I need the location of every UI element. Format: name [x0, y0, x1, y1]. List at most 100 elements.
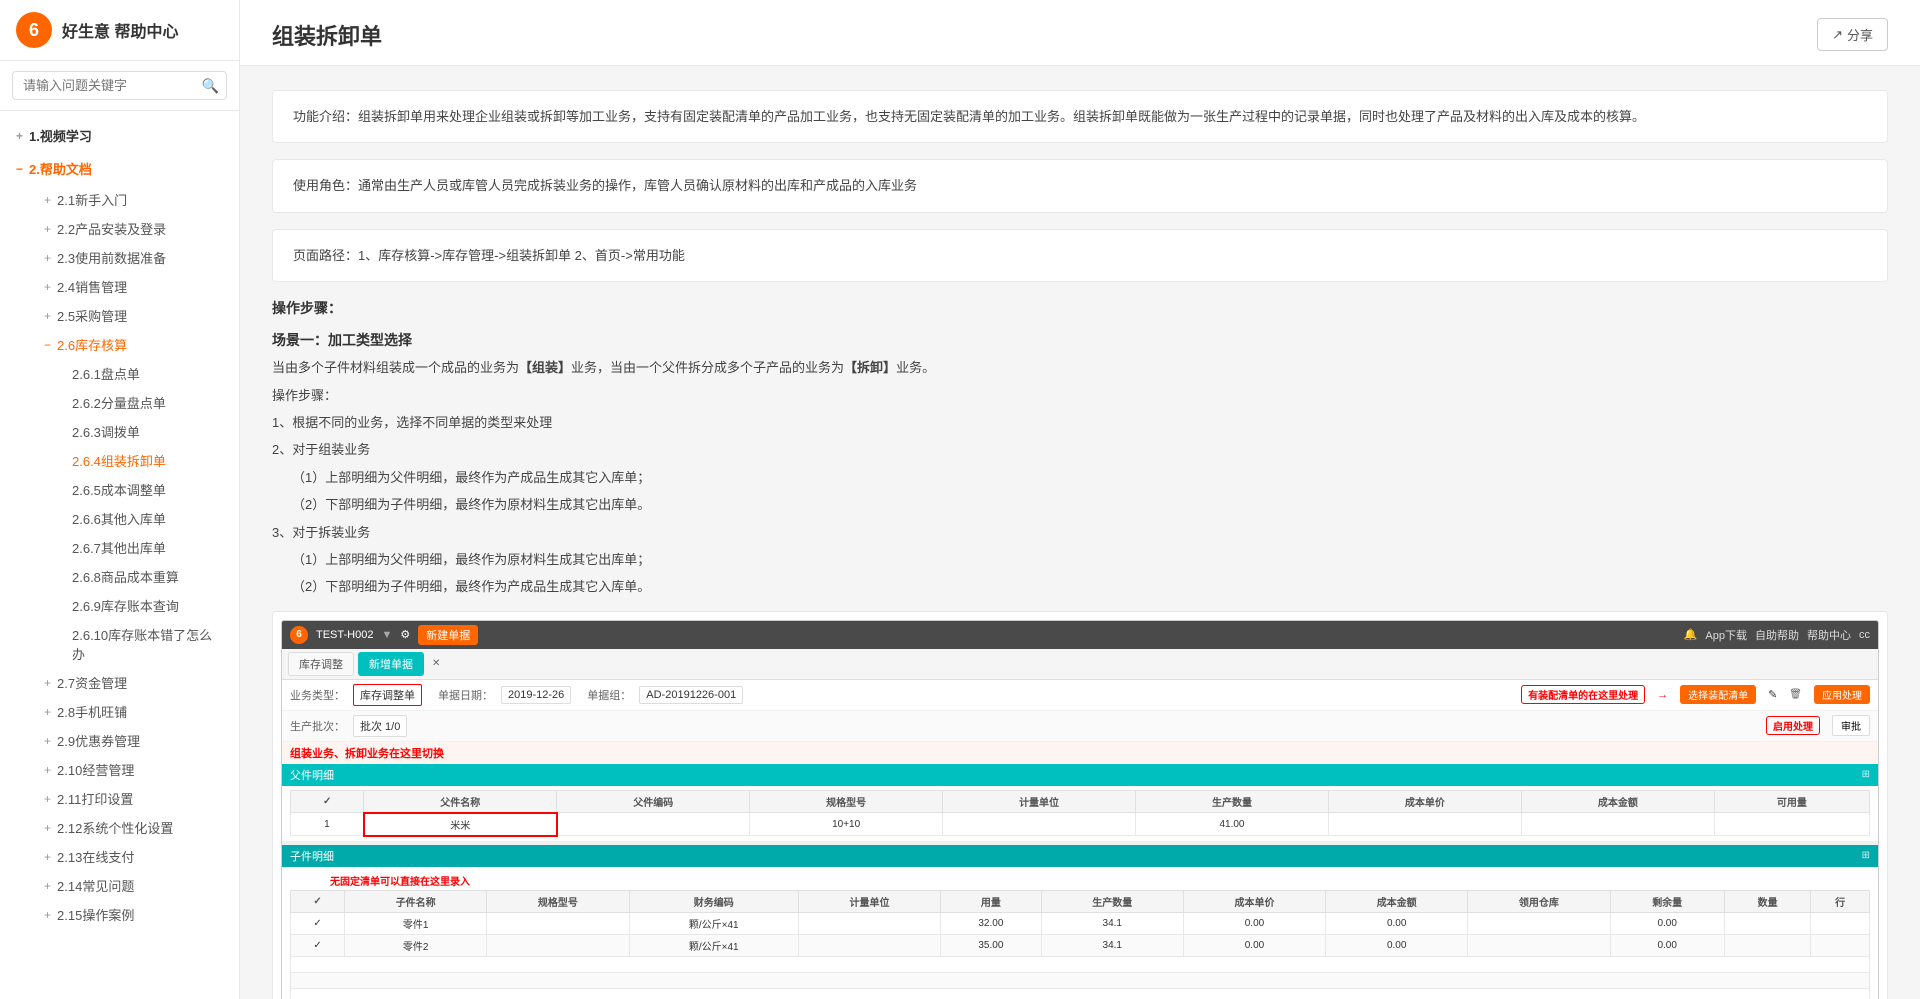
sidebar-item-25[interactable]: + 2.5采购管理: [28, 301, 239, 330]
sim-type-value[interactable]: 库存调整单: [353, 684, 422, 706]
sim-type-label: 业务类型：: [290, 687, 345, 703]
sidebar-item-22[interactable]: + 2.2产品安装及登录: [28, 214, 239, 243]
sidebar-sub-26: 2.6.1盘点单 2.6.2分量盘点单 2.6.3调拨单 2.6.4组装拆卸单 …: [28, 359, 239, 668]
sim-del-icon: 🗑: [1789, 689, 1802, 700]
sidebar-item-27[interactable]: + 2.7资金管理: [28, 668, 239, 697]
sidebar-item-213[interactable]: + 2.13在线支付: [28, 842, 239, 871]
plus-icon-29: +: [44, 734, 51, 748]
plus-icon: +: [16, 129, 23, 143]
sim-date-label: 单据日期：: [438, 687, 493, 703]
sim-approve-btn[interactable]: 审批: [1832, 715, 1870, 736]
sidebar: 6 好生意 帮助中心 🔍 + 1.视频学习 − 2.帮助文档 + 2.1新手入门…: [0, 0, 240, 999]
annotation2: 组装业务、拆卸业务在这里切换: [290, 745, 444, 761]
topbar-app: App下载: [1705, 627, 1747, 643]
sidebar-item-264[interactable]: 2.6.4组装拆卸单: [56, 446, 239, 475]
content-area: 功能介绍：组装拆卸单用来处理企业组装或拆卸等加工业务，支持有固定装配清单的产品加…: [240, 66, 1920, 999]
feature-intro-block: 功能介绍：组装拆卸单用来处理企业组装或拆卸等加工业务，支持有固定装配清单的产品加…: [272, 90, 1888, 143]
sim-top-section-header: 父件明细 ⊞: [282, 764, 1878, 786]
sidebar-item-262[interactable]: 2.6.2分量盘点单: [56, 388, 239, 417]
plus-icon-25: +: [44, 309, 51, 323]
sidebar-item-263[interactable]: 2.6.3调拨单: [56, 417, 239, 446]
sim-date-value: 2019-12-26: [501, 686, 571, 704]
sim-bottom-row-4: [291, 972, 1870, 988]
plus-icon-28: +: [44, 705, 51, 719]
sim-col-avail: 可用量: [1714, 790, 1869, 813]
annotation4: 无固定清单可以直接在这里录入: [290, 871, 1870, 890]
sim-col-amount: 成本金额: [1521, 790, 1714, 813]
topbar-user: cc: [1859, 629, 1870, 641]
topbar-new-btn[interactable]: 新建单据: [418, 625, 478, 645]
sim-col-pname: 父件名称: [364, 790, 557, 813]
sidebar-sub-docs: + 2.1新手入门 + 2.2产品安装及登录 + 2.3使用前数据准备 + 2.…: [0, 185, 239, 929]
sim-select-plan-btn[interactable]: 选择装配清单: [1680, 685, 1756, 704]
sidebar-item-video[interactable]: + 1.视频学习: [0, 119, 239, 152]
sidebar-item-28[interactable]: + 2.8手机旺铺: [28, 697, 239, 726]
sidebar-item-266[interactable]: 2.6.6其他入库单: [56, 504, 239, 533]
sim-expand-icon2: ⊞: [1862, 850, 1870, 861]
step2: 2、对于组装业务: [272, 438, 1888, 461]
sidebar-item-docs[interactable]: − 2.帮助文档: [0, 152, 239, 185]
logo-title: 好生意 帮助中心: [62, 18, 178, 42]
sidebar-item-21[interactable]: + 2.1新手入门: [28, 185, 239, 214]
sim-subform-row: 生产批次： 批次 1/0 启用处理 审批: [282, 711, 1878, 742]
sidebar-item-268[interactable]: 2.6.8商品成本重算: [56, 562, 239, 591]
step3-2: （2）下部明细为子件明细，最终作为产成品生成其它入库单。: [292, 575, 1888, 598]
sidebar-item-26[interactable]: − 2.6库存核算: [28, 330, 239, 359]
sim-bottom-table-wrap: 无固定清单可以直接在这里录入 ✓ 子件名称 规格型号 财务编码 计量单位 用量 …: [282, 867, 1878, 999]
sim-col-check: ✓: [291, 790, 364, 813]
arrow1: →: [1657, 689, 1668, 701]
share-icon: ↗: [1832, 27, 1843, 43]
plus-icon-211: +: [44, 792, 51, 806]
main-content: 组装拆卸单 ↗ 分享 功能介绍：组装拆卸单用来处理企业组装或拆卸等加工业务，支持…: [240, 0, 1920, 999]
search-button[interactable]: 🔍: [202, 77, 219, 94]
sim-bottom-row-3: [291, 956, 1870, 972]
sidebar-item-29[interactable]: + 2.9优惠券管理: [28, 726, 239, 755]
sidebar-item-267[interactable]: 2.6.7其他出库单: [56, 533, 239, 562]
steps-section: 操作步骤： 场景一：加工类型选择 当由多个子件材料组装成一个成品的业务为【组装】…: [272, 298, 1888, 599]
sim-count-label: 生产批次：: [290, 718, 345, 734]
sim-apply-btn[interactable]: 应用处理: [1814, 685, 1870, 704]
sidebar-header: 6 好生意 帮助中心: [0, 0, 239, 61]
plus-icon-210: +: [44, 763, 51, 777]
sim-topbar: 6 TEST-H002 ▼ ⚙ 新建单据 🔔 App下载 自助帮助 帮助中心 c…: [282, 621, 1878, 649]
role-block: 使用角色：通常由生产人员或库管人员完成拆装业务的操作，库管人员确认原材料的出库和…: [272, 159, 1888, 212]
plus-icon-213: +: [44, 850, 51, 864]
sidebar-item-215[interactable]: + 2.15操作案例: [28, 900, 239, 929]
sidebar-item-210[interactable]: + 2.10经营管理: [28, 755, 239, 784]
sim-col-pcode: 父件编码: [557, 790, 750, 813]
sim-edit-icon: ✎: [1768, 688, 1777, 701]
plus-icon-215: +: [44, 908, 51, 922]
step2-1: （1）上部明细为父件明细，最终作为产成品生成其它入库单；: [292, 466, 1888, 489]
sidebar-item-214[interactable]: + 2.14常见问题: [28, 871, 239, 900]
sim-bottom-row-2: ✓ 零件2 颗/公斤×41 35.00 34.1 0.00 0.00 0.: [291, 934, 1870, 956]
sim-bottom-table: ✓ 子件名称 规格型号 财务编码 计量单位 用量 生产数量 成本单价 成本金额 …: [290, 890, 1870, 999]
page-title: 组装拆卸单: [272, 19, 382, 51]
sim-top-table-wrap: ✓ 父件名称 父件编码 规格型号 计量单位 生产数量 成本单价 成本金额 可用量: [282, 786, 1878, 841]
topbar-help: 帮助中心: [1807, 627, 1851, 643]
sidebar-item-23[interactable]: + 2.3使用前数据准备: [28, 243, 239, 272]
feature-intro-text: 功能介绍：组装拆卸单用来处理企业组装或拆卸等加工业务，支持有固定装配清单的产品加…: [293, 109, 1645, 124]
sim-col-cost: 成本单价: [1328, 790, 1521, 813]
annotation3: 启用处理: [1766, 716, 1820, 735]
sidebar-item-24[interactable]: + 2.4销售管理: [28, 272, 239, 301]
sim-tab-adjust[interactable]: 库存调整: [288, 652, 354, 676]
search-input[interactable]: [12, 71, 227, 100]
topbar-self: 自助帮助: [1755, 627, 1799, 643]
sidebar-item-2610[interactable]: 2.6.10库存账本错了怎么办: [56, 620, 239, 668]
sim-dept-label: 单据组：: [587, 687, 631, 703]
plus-icon-24: +: [44, 280, 51, 294]
scene1-title: 场景一：加工类型选择: [272, 330, 1888, 350]
role-text: 使用角色：通常由生产人员或库管人员完成拆装业务的操作，库管人员确认原材料的出库和…: [293, 178, 917, 193]
plus-icon-214: +: [44, 879, 51, 893]
sim-bottom-row-5: [291, 988, 1870, 999]
sidebar-item-211[interactable]: + 2.11打印设置: [28, 784, 239, 813]
sidebar-item-269[interactable]: 2.6.9库存账本查询: [56, 591, 239, 620]
step2-2: （2）下部明细为子件明细，最终作为原材料生成其它出库单。: [292, 493, 1888, 516]
share-button[interactable]: ↗ 分享: [1817, 18, 1888, 51]
annotation1: 有装配清单的在这里处理: [1521, 685, 1645, 704]
sidebar-item-212[interactable]: + 2.12系统个性化设置: [28, 813, 239, 842]
sim-tab-new[interactable]: 新增单据: [358, 652, 424, 676]
sidebar-item-261[interactable]: 2.6.1盘点单: [56, 359, 239, 388]
sidebar-item-265[interactable]: 2.6.5成本调整单: [56, 475, 239, 504]
sim-bottom-row-1: ✓ 零件1 颗/公斤×41 32.00 34.1 0.00 0.00 0.: [291, 912, 1870, 934]
